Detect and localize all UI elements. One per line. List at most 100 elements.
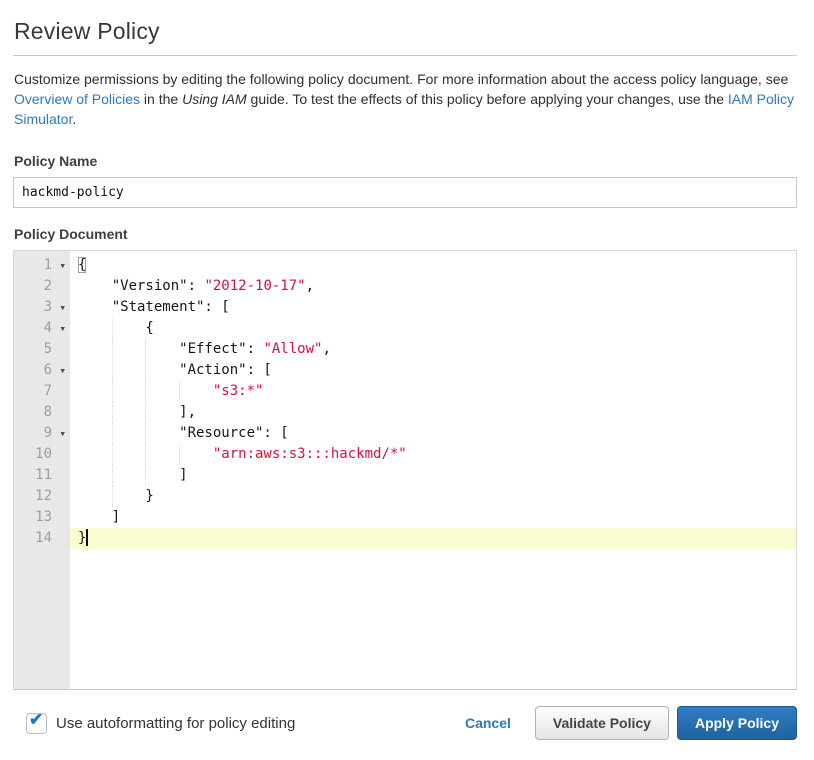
code-text: "Resource": [ <box>78 425 289 441</box>
gutter-line[interactable]: 11 <box>14 465 70 486</box>
gutter-line[interactable]: 5 <box>14 339 70 360</box>
code-line[interactable]: ] <box>70 507 796 528</box>
fold-arrow-icon[interactable]: ▾ <box>59 297 66 318</box>
gutter-line[interactable]: 6▾ <box>14 360 70 381</box>
fold-arrow-icon[interactable]: ▾ <box>59 360 66 381</box>
autoformat-checkbox[interactable]: ✔ <box>26 713 47 734</box>
line-number: 14 <box>35 530 52 546</box>
code-string: "Allow" <box>263 341 322 357</box>
gutter-line[interactable]: 7 <box>14 381 70 402</box>
code-string: "s3:*" <box>213 383 264 399</box>
indent-guide <box>145 381 146 402</box>
indent-guide <box>112 360 113 381</box>
line-number: 3 <box>44 299 52 315</box>
line-number: 11 <box>35 467 52 483</box>
indent-guide <box>112 486 113 507</box>
code-text: { <box>78 257 86 273</box>
check-icon: ✔ <box>29 710 43 730</box>
indent-guide <box>112 465 113 486</box>
indent-guide <box>145 402 146 423</box>
intro-text-4: . <box>72 111 76 127</box>
intro-text-1: Customize permissions by editing the fol… <box>14 71 788 87</box>
code-text: , <box>306 278 314 294</box>
gutter-line[interactable]: 1▾ <box>14 255 70 276</box>
policy-document-label: Policy Document <box>14 226 797 242</box>
line-number: 5 <box>44 341 52 357</box>
code-line[interactable]: "Resource": [ <box>70 423 796 444</box>
code-line[interactable]: "Version": "2012-10-17", <box>70 276 796 297</box>
line-number: 6 <box>44 362 52 378</box>
gutter-line[interactable]: 4▾ <box>14 318 70 339</box>
gutter-line[interactable]: 14 <box>14 528 70 549</box>
cancel-button[interactable]: Cancel <box>465 715 511 731</box>
code-string: "arn:aws:s3:::hackmd/*" <box>213 446 407 462</box>
policy-name-label: Policy Name <box>14 153 797 169</box>
validate-policy-button[interactable]: Validate Policy <box>535 706 669 740</box>
review-policy-page: Review Policy Customize permissions by e… <box>0 0 814 760</box>
code-line[interactable]: ], <box>70 402 796 423</box>
fold-arrow-icon[interactable]: ▾ <box>59 423 66 444</box>
intro-text-3: guide. To test the effects of this polic… <box>247 91 728 107</box>
gutter-line[interactable]: 2 <box>14 276 70 297</box>
code-text: } <box>78 530 86 546</box>
policy-document-editor[interactable]: 1▾23▾4▾56▾789▾1011121314 { "Version": "2… <box>13 250 797 690</box>
title-divider <box>13 55 797 56</box>
line-number: 13 <box>35 509 52 525</box>
gutter-line[interactable]: 3▾ <box>14 297 70 318</box>
code-line[interactable]: { <box>70 255 796 276</box>
apply-policy-button[interactable]: Apply Policy <box>677 706 797 740</box>
line-number: 2 <box>44 278 52 294</box>
fold-arrow-icon[interactable]: ▾ <box>59 318 66 339</box>
code-text: "Effect": <box>78 341 263 357</box>
gutter-line[interactable]: 8 <box>14 402 70 423</box>
code-line[interactable]: "s3:*" <box>70 381 796 402</box>
page-title: Review Policy <box>14 18 797 45</box>
gutter-line[interactable]: 10 <box>14 444 70 465</box>
code-line[interactable]: } <box>70 528 796 549</box>
overview-of-policies-link[interactable]: Overview of Policies <box>14 91 140 107</box>
code-text: } <box>78 488 154 504</box>
code-text: ] <box>78 467 188 483</box>
code-line[interactable]: "Action": [ <box>70 360 796 381</box>
policy-name-input[interactable] <box>13 177 797 208</box>
code-line[interactable]: { <box>70 318 796 339</box>
indent-guide <box>112 339 113 360</box>
gutter-line[interactable]: 12 <box>14 486 70 507</box>
indent-guide <box>145 465 146 486</box>
code-text: ] <box>78 509 120 525</box>
gutter-line[interactable]: 13 <box>14 507 70 528</box>
line-number: 7 <box>44 383 52 399</box>
guide-name: Using IAM <box>182 91 247 107</box>
code-text: "Action": [ <box>78 362 272 378</box>
indent-guide <box>145 444 146 465</box>
line-number: 8 <box>44 404 52 420</box>
autoformat-label: Use autoformatting for policy editing <box>56 715 295 732</box>
editor-gutter: 1▾23▾4▾56▾789▾1011121314 <box>14 251 70 689</box>
line-number: 10 <box>35 446 52 462</box>
fold-arrow-icon[interactable]: ▾ <box>59 255 66 276</box>
code-line[interactable]: } <box>70 486 796 507</box>
indent-guide <box>179 381 180 402</box>
code-text: { <box>78 320 154 336</box>
code-line[interactable]: "Statement": [ <box>70 297 796 318</box>
indent-guide <box>112 318 113 339</box>
code-text: "Version": <box>78 278 204 294</box>
code-string: "2012-10-17" <box>204 278 305 294</box>
intro-text-2: in the <box>140 91 182 107</box>
indent-guide <box>112 423 113 444</box>
footer-bar: ✔ Use autoformatting for policy editing … <box>13 706 797 740</box>
line-number: 4 <box>44 320 52 336</box>
code-text: ], <box>78 404 196 420</box>
indent-guide <box>145 339 146 360</box>
code-line[interactable]: "Effect": "Allow", <box>70 339 796 360</box>
gutter-line[interactable]: 9▾ <box>14 423 70 444</box>
editor-code-area[interactable]: { "Version": "2012-10-17", "Statement": … <box>70 251 796 689</box>
line-number: 9 <box>44 425 52 441</box>
code-line[interactable]: ] <box>70 465 796 486</box>
code-text: , <box>322 341 330 357</box>
indent-guide <box>145 360 146 381</box>
indent-guide <box>179 444 180 465</box>
indent-guide <box>112 444 113 465</box>
code-line[interactable]: "arn:aws:s3:::hackmd/*" <box>70 444 796 465</box>
intro-paragraph: Customize permissions by editing the fol… <box>14 69 797 129</box>
